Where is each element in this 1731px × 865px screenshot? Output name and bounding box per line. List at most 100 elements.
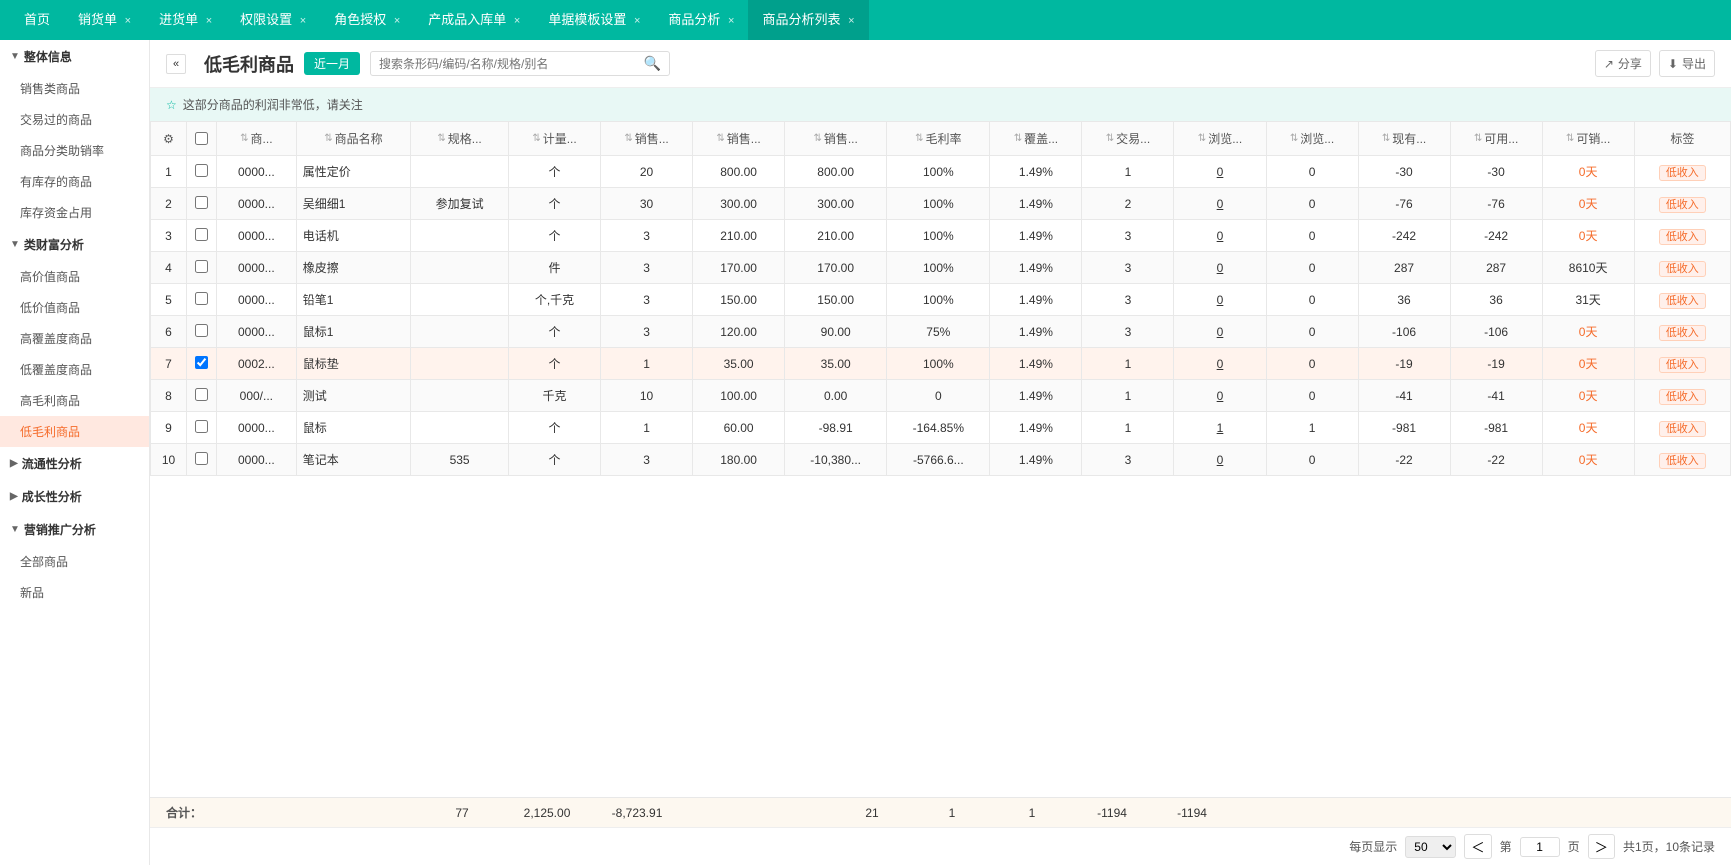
export-button[interactable]: ⬇ 导出 <box>1659 50 1715 77</box>
row-checkbox-cell[interactable] <box>187 316 217 348</box>
row-browse1[interactable]: 0 <box>1174 444 1266 476</box>
row-browse1[interactable]: 0 <box>1174 348 1266 380</box>
row-browse1[interactable]: 0 <box>1174 220 1266 252</box>
row-checkbox-cell[interactable] <box>187 220 217 252</box>
row-checkbox-cell[interactable] <box>187 284 217 316</box>
table-container[interactable]: ⚙ ⇅ 商... ⇅ <box>150 121 1731 797</box>
nav-item-product-entry[interactable]: 产成品入库单 × <box>414 0 534 40</box>
row-checkbox-cell[interactable] <box>187 156 217 188</box>
page-number-input[interactable] <box>1520 837 1560 857</box>
export-label: 导出 <box>1682 55 1706 72</box>
row-gross-rate: 0 <box>887 380 990 412</box>
sidebar-item-capital[interactable]: 库存资金占用 <box>0 197 149 228</box>
nav-item-purchase[interactable]: 进货单 × <box>145 0 226 40</box>
sidebar-group-wealth[interactable]: ▼ 类财富分析 <box>0 228 149 261</box>
sidebar-group-circulation[interactable]: ▶ 流通性分析 <box>0 447 149 480</box>
row-tag: 低收入 <box>1634 156 1730 188</box>
nav-item-home[interactable]: 首页 <box>10 0 64 40</box>
page-title: 低毛利商品 <box>204 51 294 77</box>
close-icon[interactable]: × <box>728 15 734 27</box>
nav-item-goods-analysis[interactable]: 商品分析 × <box>654 0 748 40</box>
sidebar-group-overall[interactable]: ▼ 整体信息 <box>0 40 149 73</box>
row-browse1[interactable]: 0 <box>1174 188 1266 220</box>
page-size-select[interactable]: 50 100 200 <box>1405 836 1456 858</box>
sidebar-item-all-goods[interactable]: 全部商品 <box>0 546 149 577</box>
row-checkbox[interactable] <box>195 452 208 465</box>
sidebar-group-marketing[interactable]: ▼ 营销推广分析 <box>0 513 149 546</box>
row-browse2: 0 <box>1266 252 1358 284</box>
close-icon[interactable]: × <box>125 15 131 27</box>
close-icon[interactable]: × <box>206 15 212 27</box>
th-sales-amount: ⇅ 销售... <box>785 122 887 156</box>
nav-item-roles[interactable]: 角色授权 × <box>320 0 414 40</box>
share-button[interactable]: ↗ 分享 <box>1595 50 1651 77</box>
sidebar-group-growth[interactable]: ▶ 成长性分析 <box>0 480 149 513</box>
time-filter-button[interactable]: 近一月 <box>304 52 360 75</box>
sidebar-item-sales-goods[interactable]: 销售类商品 <box>0 73 149 104</box>
row-checkbox-cell[interactable] <box>187 412 217 444</box>
select-all-checkbox[interactable] <box>195 132 208 145</box>
row-checkbox[interactable] <box>195 324 208 337</box>
sidebar-item-stocked-goods[interactable]: 有库存的商品 <box>0 166 149 197</box>
sidebar-item-high-margin[interactable]: 高毛利商品 <box>0 385 149 416</box>
nav-item-permissions[interactable]: 权限设置 × <box>226 0 320 40</box>
row-checkbox[interactable] <box>195 260 208 273</box>
close-icon[interactable]: × <box>848 15 854 27</box>
row-browse1[interactable]: 0 <box>1174 284 1266 316</box>
row-transaction: 1 <box>1082 156 1174 188</box>
row-browse1[interactable]: 0 <box>1174 316 1266 348</box>
row-index: 7 <box>151 348 187 380</box>
sidebar-item-high-coverage[interactable]: 高覆盖度商品 <box>0 323 149 354</box>
sidebar-item-category-rate[interactable]: 商品分类助销率 <box>0 135 149 166</box>
footer-sales-price: 2,125.00 <box>502 806 592 820</box>
row-index: 2 <box>151 188 187 220</box>
next-page-button[interactable]: ＞ <box>1588 834 1615 859</box>
sidebar-collapse-button[interactable]: « <box>166 54 186 74</box>
row-browse1[interactable]: 0 <box>1174 380 1266 412</box>
row-checkbox[interactable] <box>195 164 208 177</box>
sidebar-item-traded-goods[interactable]: 交易过的商品 <box>0 104 149 135</box>
row-checkbox[interactable] <box>195 228 208 241</box>
sidebar-item-high-value[interactable]: 高价值商品 <box>0 261 149 292</box>
row-checkbox-cell[interactable] <box>187 380 217 412</box>
close-icon[interactable]: × <box>514 15 520 27</box>
nav-item-template[interactable]: 单据模板设置 × <box>534 0 654 40</box>
row-checkbox[interactable] <box>195 420 208 433</box>
row-checkbox[interactable] <box>195 292 208 305</box>
row-checkbox-cell[interactable] <box>187 348 217 380</box>
th-gear[interactable]: ⚙ <box>151 122 187 156</box>
prev-page-button[interactable]: ＜ <box>1464 834 1491 859</box>
row-spec <box>411 380 509 412</box>
row-checkbox-cell[interactable] <box>187 252 217 284</box>
th-check[interactable] <box>187 122 217 156</box>
sort-icon: ⇅ <box>1290 133 1298 144</box>
row-gross-rate: 100% <box>887 156 990 188</box>
search-icon[interactable]: 🔍 <box>644 55 661 72</box>
nav-item-sales[interactable]: 销货单 × <box>64 0 145 40</box>
sidebar-item-low-margin[interactable]: 低毛利商品 <box>0 416 149 447</box>
nav-item-goods-analysis-list[interactable]: 商品分析列表 × <box>748 0 868 40</box>
sidebar-item-low-value[interactable]: 低价值商品 <box>0 292 149 323</box>
close-icon[interactable]: × <box>300 15 306 27</box>
row-sales-count: 30 <box>601 188 693 220</box>
row-browse1[interactable]: 1 <box>1174 412 1266 444</box>
row-browse1[interactable]: 0 <box>1174 156 1266 188</box>
search-input[interactable] <box>379 57 644 71</box>
close-icon[interactable]: × <box>634 15 640 27</box>
footer-current: -1194 <box>1072 806 1152 820</box>
row-checkbox[interactable] <box>195 196 208 209</box>
page-of-label: 页 <box>1568 838 1580 855</box>
sidebar-item-new-goods[interactable]: 新品 <box>0 577 149 608</box>
row-browse1[interactable]: 0 <box>1174 252 1266 284</box>
row-checkbox-cell[interactable] <box>187 188 217 220</box>
row-checkbox[interactable] <box>195 388 208 401</box>
row-gross-rate: 75% <box>887 316 990 348</box>
row-index: 8 <box>151 380 187 412</box>
close-icon[interactable]: × <box>394 15 400 27</box>
row-checkbox[interactable] <box>195 356 208 369</box>
sidebar-item-low-coverage[interactable]: 低覆盖度商品 <box>0 354 149 385</box>
table-row: 6 0000... 鼠标1 个 3 120.00 90.00 75% 1.49%… <box>151 316 1731 348</box>
row-name: 电话机 <box>296 220 410 252</box>
footer-total-label: 合计： <box>166 804 202 821</box>
row-checkbox-cell[interactable] <box>187 444 217 476</box>
